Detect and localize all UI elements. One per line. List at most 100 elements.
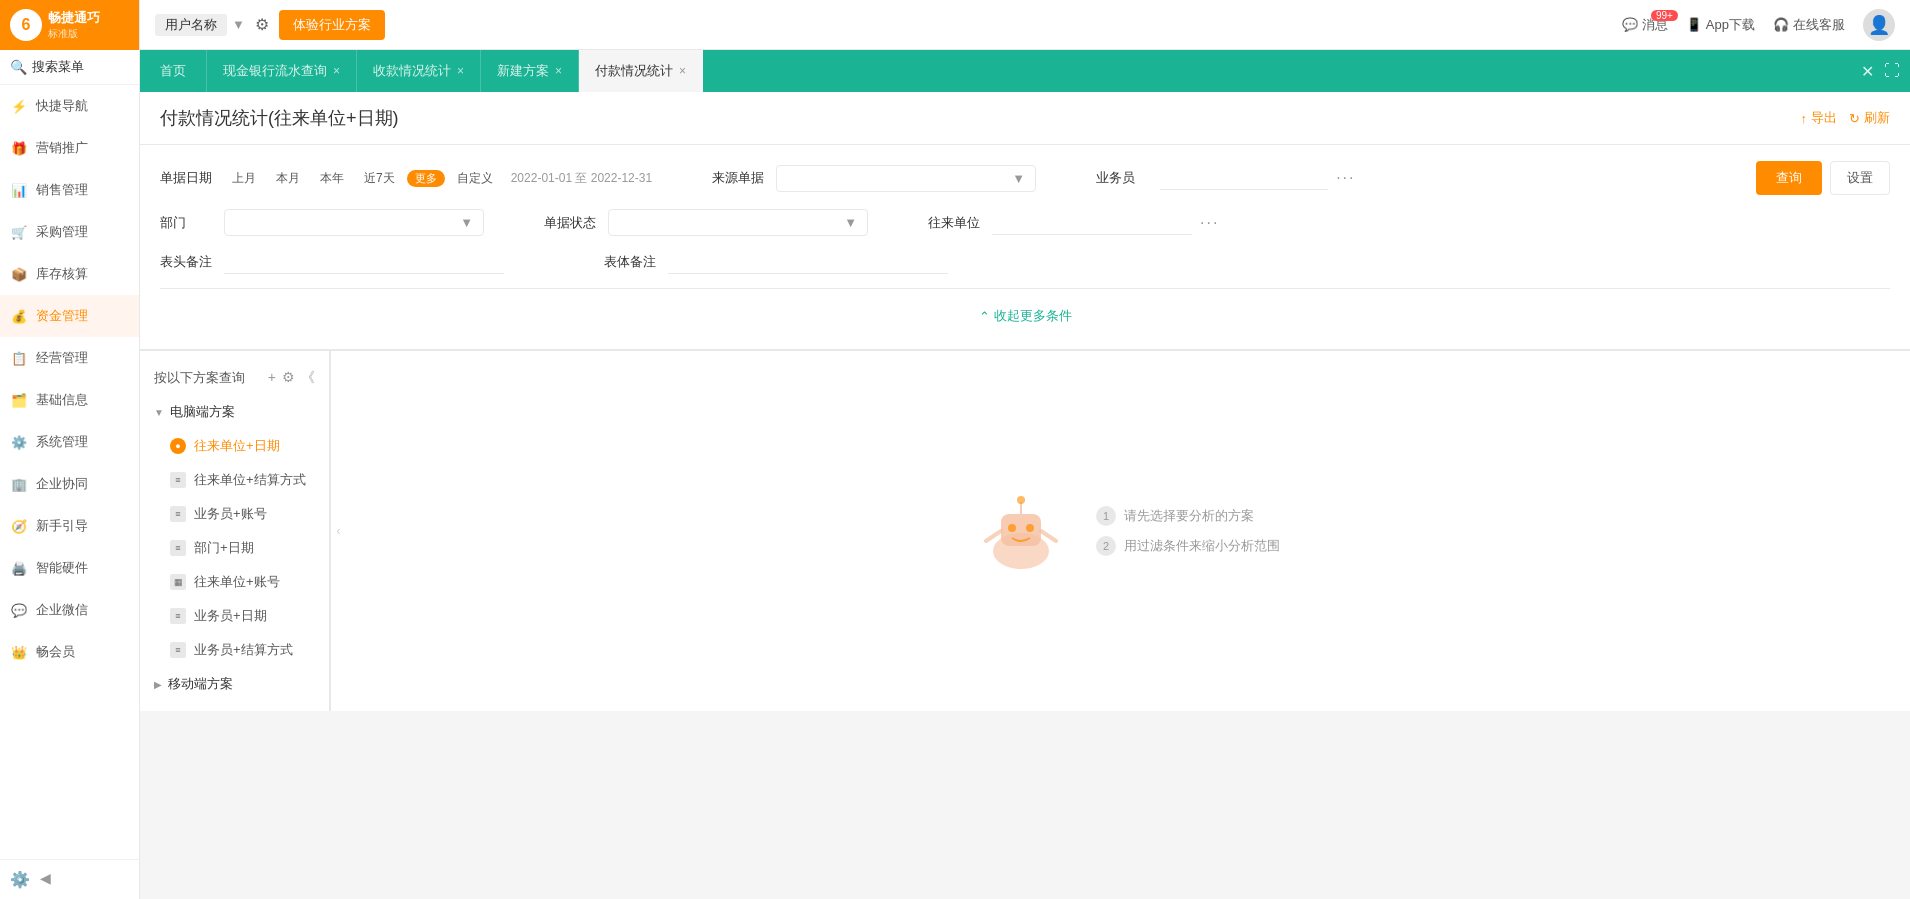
online-service-btn[interactable]: 🎧 在线客服 xyxy=(1773,16,1845,34)
tab-newscheme-close[interactable]: × xyxy=(555,64,562,78)
svg-line-7 xyxy=(1041,531,1056,541)
sidebar-bottom: ⚙️ ◀ xyxy=(0,859,139,899)
app-download-btn[interactable]: 📱 App下载 xyxy=(1686,16,1755,34)
scheme-item-staff-date[interactable]: ≡ 业务员+日期 xyxy=(140,599,329,633)
filter-row-1: 单据日期 上月 本月 本年 近7天 更多 自定义 2022-01-01 至 20… xyxy=(160,161,1890,195)
dept-select[interactable]: ▼ xyxy=(224,209,484,236)
scheme-settings-btn[interactable]: ⚙ xyxy=(282,369,295,387)
tab-cashflow-label: 现金银行流水查询 xyxy=(223,62,327,80)
tabbar-actions: ✕ ⛶ xyxy=(1851,50,1910,92)
staff-input[interactable] xyxy=(1160,166,1328,190)
filter-counterpart-item: 往来单位 ··· xyxy=(928,211,1219,235)
sidebar-item-hardware[interactable]: 🖨️ 智能硬件 xyxy=(0,547,139,589)
sidebar-item-system[interactable]: ⚙️ 系统管理 xyxy=(0,421,139,463)
maximize-btn[interactable]: ⛶ xyxy=(1884,62,1900,80)
collapse-bar: ⌃ 收起更多条件 xyxy=(160,288,1890,333)
scheme-item-counterpart-settle-label: 往来单位+结算方式 xyxy=(194,471,306,489)
tab-cashflow-close[interactable]: × xyxy=(333,64,340,78)
sidebar-item-inventory[interactable]: 📦 库存核算 xyxy=(0,253,139,295)
scheme-item-counterpart-date[interactable]: ● 往来单位+日期 xyxy=(140,429,329,463)
date-last-month-btn[interactable]: 上月 xyxy=(224,168,264,189)
tab-payment[interactable]: 付款情况统计 × xyxy=(579,50,703,92)
sidebar-item-member[interactable]: 👑 畅会员 xyxy=(0,631,139,673)
mobile-group-title[interactable]: ▶ 移动端方案 xyxy=(140,667,329,701)
header-note-input[interactable] xyxy=(224,250,504,274)
mobile-group-label: 移动端方案 xyxy=(168,675,233,693)
scheme-item-counterpart-account[interactable]: ▦ 往来单位+账号 xyxy=(140,565,329,599)
quicknav-icon: ⚡ xyxy=(10,97,28,115)
refresh-btn[interactable]: ↻ 刷新 xyxy=(1849,109,1890,127)
date-custom-btn[interactable]: 自定义 xyxy=(449,168,501,189)
sidebar-item-purchase[interactable]: 🛒 采购管理 xyxy=(0,211,139,253)
scheme-collapse-handle[interactable]: ‹ xyxy=(330,351,346,711)
tab-receipt[interactable]: 收款情况统计 × xyxy=(357,50,481,92)
collapse-btn[interactable]: ⌃ 收起更多条件 xyxy=(160,299,1890,333)
notice-btn[interactable]: 💬 消息 99+ xyxy=(1622,16,1668,34)
topbar-dropdown-icon[interactable]: ▼ xyxy=(232,17,245,32)
add-scheme-btn[interactable]: + xyxy=(268,369,276,387)
tab-newscheme[interactable]: 新建方案 × xyxy=(481,50,579,92)
sidebar-item-guide[interactable]: 🧭 新手引导 xyxy=(0,505,139,547)
collapse-scheme-btn[interactable]: 《 xyxy=(301,369,315,387)
desktop-group-title[interactable]: ▼ 电脑端方案 xyxy=(140,395,329,429)
sidebar-item-sales[interactable]: 📊 销售管理 xyxy=(0,169,139,211)
counterpart-more-btn[interactable]: ··· xyxy=(1200,214,1219,232)
sidebar-item-enterprise[interactable]: 🏢 企业协同 xyxy=(0,463,139,505)
sidebar-item-operation[interactable]: 📋 经营管理 xyxy=(0,337,139,379)
status-select[interactable]: ▼ xyxy=(608,209,868,236)
tab-home[interactable]: 首页 xyxy=(140,50,207,92)
filter-header-note-item: 表头备注 xyxy=(160,250,504,274)
date-this-month-btn[interactable]: 本月 xyxy=(268,168,308,189)
scheme-item-staff-account[interactable]: ≡ 业务员+账号 xyxy=(140,497,329,531)
export-btn[interactable]: ↑ 导出 xyxy=(1801,109,1838,127)
topbar-right: 💬 消息 99+ 📱 App下载 🎧 在线客服 👤 xyxy=(1622,9,1895,41)
query-btn[interactable]: 查询 xyxy=(1756,161,1822,195)
date-last-7days-btn[interactable]: 近7天 xyxy=(356,168,403,189)
date-this-year-btn[interactable]: 本年 xyxy=(312,168,352,189)
scheme-item-sq-icon-2: ≡ xyxy=(170,506,186,522)
svg-point-5 xyxy=(1017,496,1025,504)
enterprise-icon: 🏢 xyxy=(10,475,28,493)
sidebar-item-marketing[interactable]: 🎁 营销推广 xyxy=(0,127,139,169)
sidebar-item-quicknav[interactable]: ⚡ 快捷导航 xyxy=(0,85,139,127)
sales-icon: 📊 xyxy=(10,181,28,199)
topbar-gear-icon[interactable]: ⚙ xyxy=(255,15,269,34)
body-note-input[interactable] xyxy=(668,250,948,274)
topbar: 用户名称 ▼ ⚙ 体验行业方案 💬 消息 99+ 📱 App下载 🎧 在线客服 xyxy=(140,0,1910,50)
robot-svg xyxy=(976,486,1066,576)
page-header: 付款情况统计(往来单位+日期) ↑ 导出 ↻ 刷新 xyxy=(140,92,1910,145)
scheme-item-active-icon: ● xyxy=(170,438,186,454)
hint-text-2: 用过滤条件来缩小分析范围 xyxy=(1124,537,1280,555)
scheme-item-dept-date[interactable]: ≡ 部门+日期 xyxy=(140,531,329,565)
empty-content: 1 请先选择要分析的方案 2 用过滤条件来缩小分析范围 xyxy=(976,486,1280,576)
avatar-icon: 👤 xyxy=(1868,14,1890,36)
sidebar-item-capital[interactable]: 💰 资金管理 xyxy=(0,295,139,337)
export-label: 导出 xyxy=(1811,109,1837,127)
purchase-icon: 🛒 xyxy=(10,223,28,241)
tab-cashflow[interactable]: 现金银行流水查询 × xyxy=(207,50,357,92)
close-all-tabs-btn[interactable]: ✕ xyxy=(1861,62,1874,81)
scheme-item-staff-settle[interactable]: ≡ 业务员+结算方式 xyxy=(140,633,329,667)
date-more-btn[interactable]: 更多 xyxy=(407,170,445,187)
user-avatar[interactable]: 👤 xyxy=(1863,9,1895,41)
tab-payment-close[interactable]: × xyxy=(679,64,686,78)
scheme-item-counterpart-settle[interactable]: ≡ 往来单位+结算方式 xyxy=(140,463,329,497)
page-actions: ↑ 导出 ↻ 刷新 xyxy=(1801,109,1891,127)
service-icon: 🎧 xyxy=(1773,17,1789,32)
topbar-username: 用户名称 xyxy=(155,14,227,36)
counterpart-input[interactable] xyxy=(992,211,1192,235)
collapse-sidebar-icon[interactable]: ◀ xyxy=(40,870,51,889)
sidebar-item-basic[interactable]: 🗂️ 基础信息 xyxy=(0,379,139,421)
app-icon: 📱 xyxy=(1686,17,1702,32)
scheme-sidebar: 按以下方案查询 + ⚙ 《 ▼ 电脑端方案 ● xyxy=(140,351,330,711)
staff-more-btn[interactable]: ··· xyxy=(1336,169,1355,187)
settings-btn[interactable]: 设置 xyxy=(1830,161,1890,195)
scheme-item-staff-date-label: 业务员+日期 xyxy=(194,607,267,625)
refresh-icon: ↻ xyxy=(1849,111,1860,126)
trial-btn[interactable]: 体验行业方案 xyxy=(279,10,385,40)
search-menu-item[interactable]: 🔍 搜索菜单 xyxy=(0,50,139,85)
settings-bottom-icon[interactable]: ⚙️ xyxy=(10,870,30,889)
source-select[interactable]: ▼ xyxy=(776,165,1036,192)
sidebar-item-weixin[interactable]: 💬 企业微信 xyxy=(0,589,139,631)
tab-receipt-close[interactable]: × xyxy=(457,64,464,78)
